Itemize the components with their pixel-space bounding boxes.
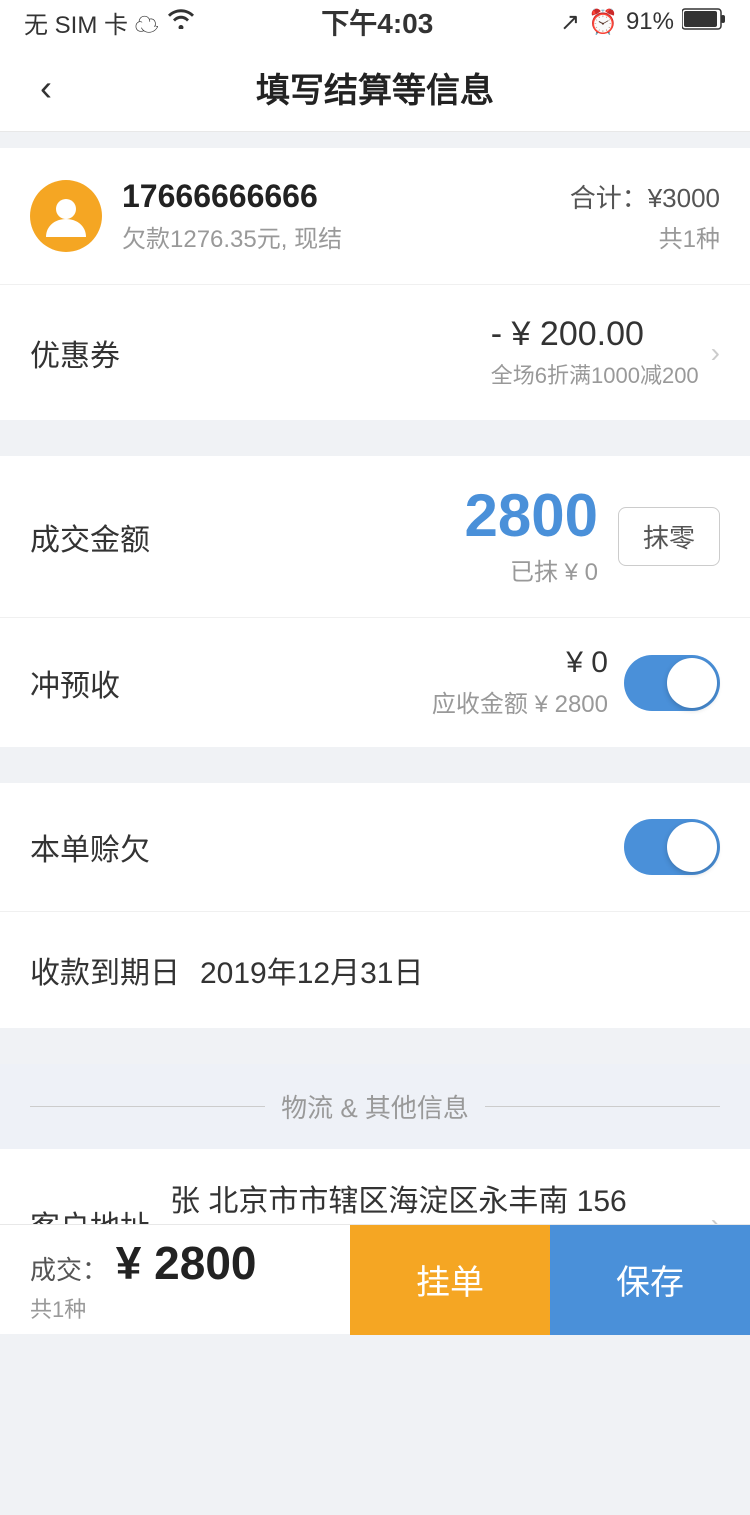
bottom-bar: 成交： ¥ 2800 共1种 挂单 保存 xyxy=(0,1224,750,1334)
due-date-value: 2019年12月31日 xyxy=(200,948,423,992)
battery-text: 91% xyxy=(626,8,674,36)
location-icon: ↗ xyxy=(560,8,580,37)
bad-debt-toggle-thumb xyxy=(667,822,717,872)
chevron-right-icon: › xyxy=(711,337,720,369)
coupon-label: 优惠券 xyxy=(30,331,120,375)
bad-debt-toggle[interactable] xyxy=(624,819,720,875)
battery-icon xyxy=(682,8,726,37)
page-title: 填写结算等信息 xyxy=(256,63,494,112)
user-right: 合计：¥3000 共1种 xyxy=(570,178,720,254)
logistics-line-right xyxy=(485,1106,720,1107)
alarm-icon: ⏰ xyxy=(588,8,618,37)
deal-amount-row: 成交金额 2800 已抹 ¥ 0 抹零 xyxy=(0,456,750,618)
prepay-sub: 应收金额 ¥ 2800 xyxy=(432,684,608,719)
status-right: ↗ ⏰ 91% xyxy=(560,8,726,37)
logistics-line-left xyxy=(30,1106,265,1107)
prepay-value: ¥ 0 xyxy=(432,646,608,680)
prepay-val-block: ¥ 0 应收金额 ¥ 2800 xyxy=(432,646,608,719)
due-date-label: 收款到期日 xyxy=(30,948,180,992)
divider-3 xyxy=(0,1044,750,1064)
status-time: 下午4:03 xyxy=(321,2,433,42)
prepay-label: 冲预收 xyxy=(30,661,120,705)
wifi-icon xyxy=(167,8,195,36)
logistics-title: 物流 & 其他信息 xyxy=(281,1088,469,1125)
deal-amount-value: 2800 xyxy=(465,486,598,546)
avatar xyxy=(30,180,102,252)
toggle-thumb xyxy=(667,658,717,708)
logistics-header: 物流 & 其他信息 xyxy=(0,1064,750,1149)
back-button[interactable]: ‹ xyxy=(30,57,62,119)
nav-bar: ‹ 填写结算等信息 xyxy=(0,44,750,132)
user-info-row: 17666666666 欠款1276.35元, 现结 合计：¥3000 共1种 xyxy=(0,148,750,284)
status-bar: 无 SIM 卡 ☁ 下午4:03 ↗ ⏰ 91% xyxy=(0,0,750,44)
divider-1 xyxy=(0,436,750,456)
prepay-toggle[interactable] xyxy=(624,655,720,711)
bad-debt-label: 本单赊欠 xyxy=(30,825,150,869)
divider-2 xyxy=(0,763,750,783)
bottom-deal-value: ¥ 2800 xyxy=(116,1237,257,1289)
hang-order-button[interactable]: 挂单 xyxy=(350,1225,550,1335)
deal-right: 2800 已抹 ¥ 0 抹零 xyxy=(465,486,721,587)
empty-space xyxy=(0,1315,750,1515)
bottom-deal-row: 成交： ¥ 2800 xyxy=(30,1236,320,1290)
coupon-sub: 全场6折满1000减200 xyxy=(491,358,699,390)
prepay-row: 冲预收 ¥ 0 应收金额 ¥ 2800 xyxy=(0,618,750,747)
bottom-deal-count: 共1种 xyxy=(30,1292,320,1324)
user-info-section: 17666666666 欠款1276.35元, 现结 合计：¥3000 共1种 … xyxy=(0,148,750,420)
user-phone: 17666666666 xyxy=(122,178,342,215)
round-zero-button[interactable]: 抹零 xyxy=(618,507,720,566)
save-button[interactable]: 保存 xyxy=(550,1225,750,1335)
coupon-right: - ¥ 200.00 全场6折满1000减200 › xyxy=(491,315,720,390)
deal-left: 成交金额 xyxy=(30,515,150,559)
bottom-left: 成交： ¥ 2800 共1种 xyxy=(0,1236,350,1324)
coupon-row[interactable]: 优惠券 - ¥ 200.00 全场6折满1000减200 › xyxy=(0,284,750,420)
deal-amount-label: 成交金额 xyxy=(30,515,150,559)
user-left: 17666666666 欠款1276.35元, 现结 xyxy=(30,178,342,254)
bad-debt-row: 本单赊欠 xyxy=(0,783,750,912)
deal-amount-sub: 已抹 ¥ 0 xyxy=(465,552,598,587)
bottom-deal-label: 成交： xyxy=(30,1255,108,1285)
bad-debt-section: 本单赊欠 收款到期日 2019年12月31日 xyxy=(0,783,750,1028)
status-left: 无 SIM 卡 ☁ xyxy=(24,5,195,40)
coupon-info: - ¥ 200.00 全场6折满1000减200 xyxy=(491,315,699,390)
due-date-row: 收款到期日 2019年12月31日 xyxy=(0,912,750,1028)
coupon-discount: - ¥ 200.00 xyxy=(491,315,699,354)
total-label: 合计：¥3000 xyxy=(570,178,720,215)
user-details: 17666666666 欠款1276.35元, 现结 xyxy=(122,178,342,254)
deal-amount-info: 2800 已抹 ¥ 0 xyxy=(465,486,598,587)
total-count: 共1种 xyxy=(570,219,720,254)
prepay-right: ¥ 0 应收金额 ¥ 2800 xyxy=(432,646,720,719)
deal-amount-section: 成交金额 2800 已抹 ¥ 0 抹零 冲预收 ¥ 0 应收金额 ¥ 2800 xyxy=(0,456,750,747)
no-sim-text: 无 SIM 卡 ☁ xyxy=(24,5,159,40)
user-sub-text: 欠款1276.35元, 现结 xyxy=(122,219,342,254)
